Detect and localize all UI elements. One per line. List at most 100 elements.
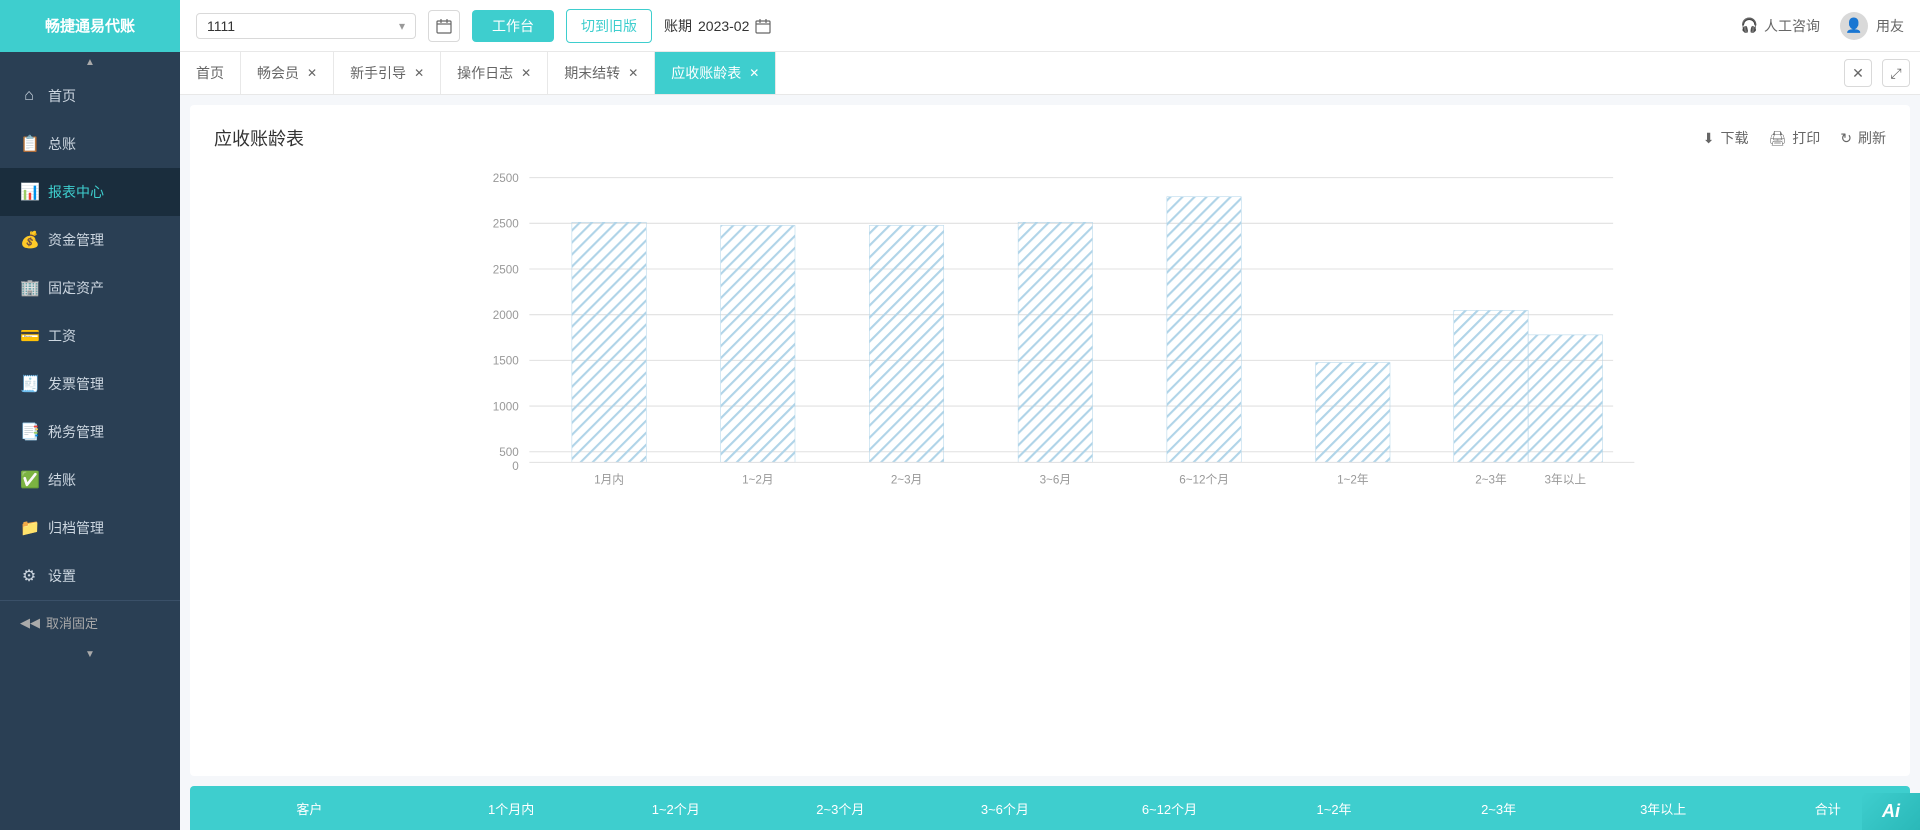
cancel-fixed-label: 取消固定 (46, 613, 98, 632)
company-select[interactable]: 1111 ▾ (196, 13, 416, 39)
header-center: 1111 ▾ 工作台 切到旧版 账期 2023-02 (196, 9, 1741, 43)
settings-icon: ⚙ (20, 566, 38, 586)
sidebar-item-settle[interactable]: ✅ 结账 (0, 456, 180, 504)
sidebar-label-settle: 结账 (48, 470, 76, 490)
table-header-bar: 客户1个月内1~2个月2~3个月3~6个月6~12个月1~2年2~3年3年以上合… (190, 786, 1910, 830)
sidebar: ▲ ⌂首页📋总账📊报表中心💰资金管理🏢固定资产💳工资 🧾 发票管理 📑 税务管理 ✅ 结账 📁… (0, 52, 180, 830)
refresh-icon: ↻ (1840, 130, 1852, 147)
table-header-3: 2~3个月 (758, 799, 923, 818)
bar-3年以上 (1528, 335, 1602, 463)
tab-close-aging[interactable]: ✕ (749, 67, 759, 79)
top-header: 畅捷通易代账 1111 ▾ 工作台 切到旧版 账期 2023-02 🎧 人工咨询 (0, 0, 1920, 52)
archive-icon: 📁 (20, 518, 38, 538)
svg-text:1~2年: 1~2年 (1337, 473, 1369, 487)
svg-text:3~6月: 3~6月 (1040, 474, 1071, 487)
svg-text:2500: 2500 (493, 263, 519, 276)
sidebar-label-invoice: 发票管理 (48, 374, 104, 394)
print-icon: 🖨 (1768, 130, 1786, 147)
tab-member[interactable]: 畅会员 ✕ (241, 52, 334, 94)
headset-icon: 🎧 (1741, 17, 1758, 34)
svg-text:500: 500 (499, 446, 519, 459)
table-header-7: 2~3年 (1416, 799, 1581, 818)
calendar-icon-btn[interactable] (428, 10, 460, 42)
sidebar-label-archive: 归档管理 (48, 518, 104, 538)
bar-1月内 (572, 222, 646, 462)
sidebar-item-home[interactable]: ⌂首页 (0, 72, 180, 120)
page-content: 应收账龄表 ⬇ 下载 🖨 打印 ↻ 刷新 (190, 105, 1910, 776)
table-header-0: 客户 (190, 799, 429, 818)
svg-text:2~3月: 2~3月 (891, 474, 922, 487)
svg-text:2000: 2000 (493, 309, 519, 322)
chevron-down-icon: ▾ (399, 19, 405, 33)
assets-icon: 🏢 (20, 278, 38, 298)
cancel-fixed-button[interactable]: ◀◀ 取消固定 (0, 600, 180, 644)
tab-close-guide[interactable]: ✕ (414, 67, 424, 79)
sidebar-label-salary: 工资 (48, 326, 76, 346)
bar-2~3年 (1454, 310, 1528, 462)
tab-label-aging: 应收账龄表 (671, 63, 741, 83)
page-actions: ⬇ 下载 🖨 打印 ↻ 刷新 (1703, 128, 1886, 148)
tax-icon: 📑 (20, 422, 38, 442)
settle-icon: ✅ (20, 470, 38, 490)
sidebar-item-assets[interactable]: 🏢固定资产 (0, 264, 180, 312)
refresh-button[interactable]: ↻ 刷新 (1840, 128, 1886, 148)
svg-text:1月内: 1月内 (594, 473, 624, 487)
tab-label-member: 畅会员 (257, 63, 299, 83)
svg-text:2~3年: 2~3年 (1475, 473, 1507, 487)
print-button[interactable]: 🖨 打印 (1768, 128, 1820, 148)
bar-1~2年 (1316, 363, 1390, 463)
switch-version-button[interactable]: 切到旧版 (566, 9, 652, 43)
svg-text:0: 0 (512, 460, 519, 473)
workbench-button[interactable]: 工作台 (472, 10, 554, 42)
sidebar-item-archive[interactable]: 📁 归档管理 (0, 504, 180, 552)
tab-label-oplog: 操作日志 (457, 63, 513, 83)
svg-text:2500: 2500 (493, 172, 519, 185)
tab-period_end[interactable]: 期末结转 ✕ (548, 52, 655, 94)
sidebar-scroll-up[interactable]: ▲ (0, 52, 180, 72)
page-title: 应收账龄表 (214, 125, 304, 151)
sidebar-label-tax: 税务管理 (48, 422, 104, 442)
ai-badge[interactable]: Ai (1862, 793, 1920, 830)
sidebar-item-funds[interactable]: 💰资金管理 (0, 216, 180, 264)
tab-home[interactable]: 首页 (180, 52, 241, 94)
svg-text:1500: 1500 (493, 355, 519, 368)
tab-close-period_end[interactable]: ✕ (628, 67, 638, 79)
sidebar-item-tax[interactable]: 📑 税务管理 (0, 408, 180, 456)
tab-close-oplog[interactable]: ✕ (521, 67, 531, 79)
table-header-4: 3~6个月 (923, 799, 1088, 818)
logo-text: 畅捷通易代账 (45, 15, 135, 36)
main-layout: ▲ ⌂首页📋总账📊报表中心💰资金管理🏢固定资产💳工资 🧾 发票管理 📑 税务管理 ✅ 结账 📁… (0, 52, 1920, 830)
tab-close-member[interactable]: ✕ (307, 67, 317, 79)
table-header-8: 3年以上 (1581, 799, 1746, 818)
sidebar-item-salary[interactable]: 💳工资 (0, 312, 180, 360)
chart-container: 2500 2500 2500 2000 1500 1000 500 0 (214, 167, 1886, 756)
tab-aging[interactable]: 应收账龄表 ✕ (655, 52, 776, 94)
sidebar-item-settings[interactable]: ⚙设置 (0, 552, 180, 600)
tab-guide[interactable]: 新手引导 ✕ (334, 52, 441, 94)
sidebar-item-invoice[interactable]: 🧾 发票管理 (0, 360, 180, 408)
pin-icon: ◀◀ (20, 615, 40, 631)
sidebar-label-reports: 报表中心 (48, 182, 104, 202)
table-header-5: 6~12个月 (1087, 799, 1252, 818)
page-header: 应收账龄表 ⬇ 下载 🖨 打印 ↻ 刷新 (214, 125, 1886, 151)
sidebar-item-reports[interactable]: 📊报表中心 (0, 168, 180, 216)
tab-oplog[interactable]: 操作日志 ✕ (441, 52, 548, 94)
bar-6~12个月 (1167, 197, 1241, 463)
svg-text:1000: 1000 (493, 400, 519, 413)
avatar: 👤 (1840, 12, 1868, 40)
period-label: 账期 2023-02 (664, 16, 771, 36)
user-area[interactable]: 👤 用友 (1840, 12, 1904, 40)
tab-label-period_end: 期末结转 (564, 63, 620, 83)
consult-button[interactable]: 🎧 人工咨询 (1741, 16, 1820, 36)
close-tab-btn[interactable]: ✕ (1844, 59, 1872, 87)
download-button[interactable]: ⬇ 下载 (1703, 128, 1749, 148)
table-header-1: 1个月内 (429, 799, 594, 818)
invoice-icon: 🧾 (20, 374, 38, 394)
period-value: 2023-02 (698, 18, 749, 34)
expand-tab-btn[interactable]: ⤢ (1882, 59, 1910, 87)
sidebar-label-home: 首页 (48, 86, 76, 106)
tab-label-guide: 新手引导 (350, 63, 406, 83)
sidebar-scroll-down[interactable]: ▼ (0, 644, 180, 664)
content-area: 首页畅会员 ✕ 新手引导 ✕ 操作日志 ✕ 期末结转 ✕ 应收账龄表 ✕ ✕ ⤢ 应收账龄表 ⬇ … (180, 52, 1920, 830)
sidebar-item-ledger[interactable]: 📋总账 (0, 120, 180, 168)
